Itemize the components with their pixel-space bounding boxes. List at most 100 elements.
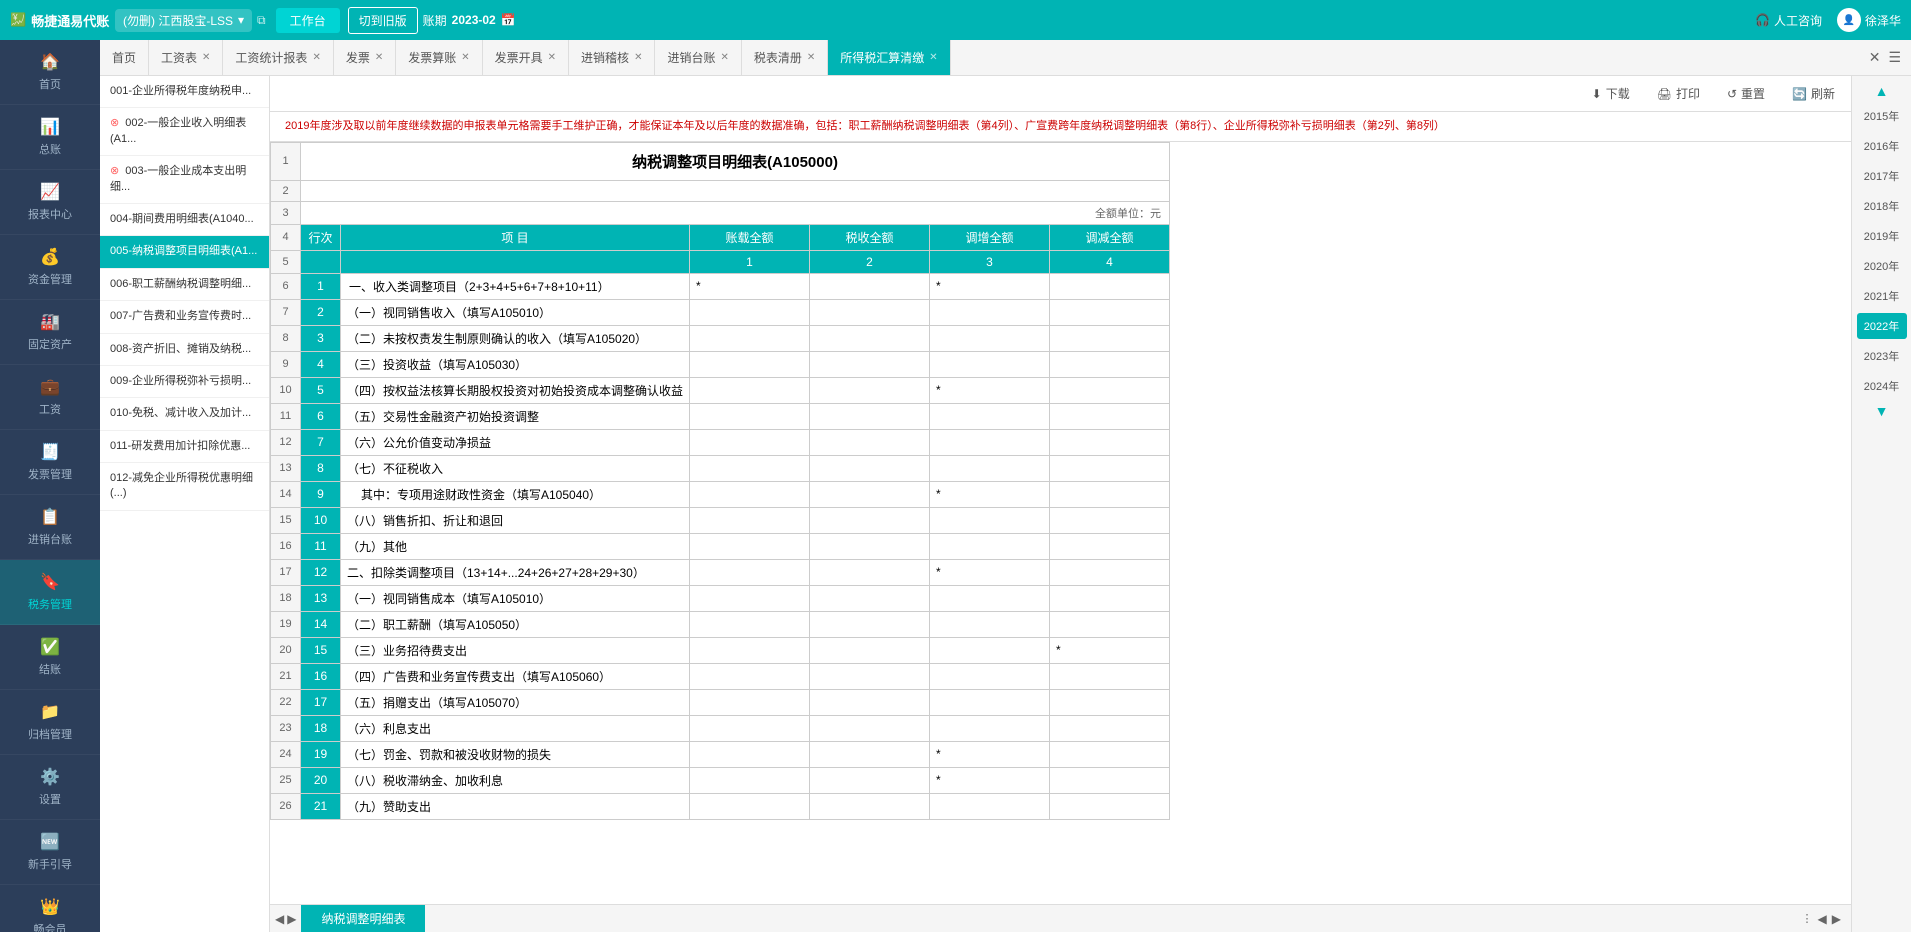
tab-invoice[interactable]: 发票 ✕ bbox=[334, 40, 396, 75]
tab-payroll-stats[interactable]: 工资统计报表 ✕ bbox=[223, 40, 333, 75]
year-item-2019[interactable]: 2019年 bbox=[1857, 223, 1907, 249]
year-item-2022[interactable]: 2022年 bbox=[1857, 313, 1907, 339]
project-cell[interactable]: （五）交易性金融资产初始投资调整 bbox=[341, 403, 690, 429]
data-cell-v3[interactable] bbox=[930, 637, 1050, 663]
data-cell-v3[interactable]: * bbox=[930, 273, 1050, 299]
sidebar-item-report[interactable]: 📈 报表中心 bbox=[0, 170, 100, 235]
tab-home[interactable]: 首页 bbox=[100, 40, 149, 75]
tab-tax-clear[interactable]: 税表清册 ✕ bbox=[742, 40, 828, 75]
data-cell-v3[interactable] bbox=[930, 689, 1050, 715]
data-cell-v2[interactable] bbox=[810, 637, 930, 663]
data-cell-v3[interactable] bbox=[930, 663, 1050, 689]
data-cell-v4[interactable] bbox=[1050, 403, 1170, 429]
sidebar-item-ledger[interactable]: 📊 总账 bbox=[0, 105, 100, 170]
sidebar-item-input-ledger[interactable]: 📋 进销台账 bbox=[0, 495, 100, 560]
left-panel-item-008[interactable]: 008-资产折旧、摊销及纳税... bbox=[100, 334, 269, 366]
left-panel-item-010[interactable]: 010-免税、减计收入及加计... bbox=[100, 398, 269, 430]
year-item-2023[interactable]: 2023年 bbox=[1857, 343, 1907, 369]
data-cell-v4[interactable] bbox=[1050, 351, 1170, 377]
data-cell-v1[interactable] bbox=[690, 429, 810, 455]
data-cell-v4[interactable] bbox=[1050, 299, 1170, 325]
data-cell-v4[interactable] bbox=[1050, 481, 1170, 507]
year-nav-down[interactable]: ▼ bbox=[1867, 401, 1897, 421]
year-item-2021[interactable]: 2021年 bbox=[1857, 283, 1907, 309]
data-cell-v3[interactable]: * bbox=[930, 741, 1050, 767]
data-cell-v4[interactable] bbox=[1050, 663, 1170, 689]
data-cell-v1[interactable] bbox=[690, 611, 810, 637]
data-cell-v4[interactable] bbox=[1050, 273, 1170, 299]
refresh-button[interactable]: 🔄 刷新 bbox=[1786, 82, 1841, 105]
scroll-left-icon[interactable]: ◀ bbox=[1818, 912, 1827, 926]
period-edit-icon[interactable]: 📅 bbox=[501, 13, 516, 27]
data-cell-v1[interactable] bbox=[690, 559, 810, 585]
data-cell-v1[interactable] bbox=[690, 533, 810, 559]
print-button[interactable]: 🖨 打印 bbox=[1651, 82, 1706, 105]
project-cell[interactable]: （一）视同销售成本（填写A105010） bbox=[341, 585, 690, 611]
switch-old-button[interactable]: 切到旧版 bbox=[348, 7, 418, 34]
data-cell-v2[interactable] bbox=[810, 403, 930, 429]
data-cell-v3[interactable] bbox=[930, 611, 1050, 637]
data-cell-v3[interactable] bbox=[930, 533, 1050, 559]
year-item-2018[interactable]: 2018年 bbox=[1857, 193, 1907, 219]
data-cell-v2[interactable] bbox=[810, 767, 930, 793]
data-cell-v2[interactable] bbox=[810, 481, 930, 507]
project-cell[interactable]: （五）捐赠支出（填写A105070） bbox=[341, 689, 690, 715]
data-cell-v2[interactable] bbox=[810, 741, 930, 767]
data-cell-v3[interactable] bbox=[930, 325, 1050, 351]
scroll-right-icon[interactable]: ▶ bbox=[1832, 912, 1841, 926]
data-cell-v3[interactable] bbox=[930, 455, 1050, 481]
tab-input-ledger[interactable]: 进销台账 ✕ bbox=[655, 40, 741, 75]
tab-input-check[interactable]: 进销稽核 ✕ bbox=[569, 40, 655, 75]
data-cell-v2[interactable] bbox=[810, 689, 930, 715]
data-cell-v2[interactable] bbox=[810, 533, 930, 559]
tab-invoice-close[interactable]: ✕ bbox=[375, 52, 383, 63]
left-panel-item-003[interactable]: ⊗ 003-一般企业成本支出明细... bbox=[100, 156, 269, 204]
data-cell-v1[interactable] bbox=[690, 481, 810, 507]
data-cell-v1[interactable] bbox=[690, 715, 810, 741]
data-cell-v4[interactable] bbox=[1050, 741, 1170, 767]
sidebar-item-payroll[interactable]: 💼 工资 bbox=[0, 365, 100, 430]
data-cell-v3[interactable] bbox=[930, 429, 1050, 455]
tab-income-tax-close[interactable]: ✕ bbox=[929, 52, 937, 63]
data-cell-v1[interactable] bbox=[690, 767, 810, 793]
data-cell-v1[interactable] bbox=[690, 507, 810, 533]
data-cell-v1[interactable] bbox=[690, 325, 810, 351]
left-panel-item-012[interactable]: 012-减免企业所得税优惠明细(...) bbox=[100, 463, 269, 511]
data-cell-v4[interactable] bbox=[1050, 507, 1170, 533]
project-cell[interactable]: （七）罚金、罚款和被没收财物的损失 bbox=[341, 741, 690, 767]
consult-button[interactable]: 🎧 人工咨询 bbox=[1755, 12, 1822, 29]
company-select[interactable]: (勿删) 江西股宝-LSS ▾ bbox=[115, 9, 252, 32]
data-cell-v3[interactable] bbox=[930, 793, 1050, 819]
tab-invoice-calc-close[interactable]: ✕ bbox=[461, 52, 469, 63]
data-cell-v4[interactable] bbox=[1050, 585, 1170, 611]
data-cell-v3[interactable] bbox=[930, 351, 1050, 377]
tab-menu-button[interactable]: ☰ bbox=[1888, 49, 1901, 66]
sidebar-item-settlement[interactable]: ✅ 结账 bbox=[0, 625, 100, 690]
project-cell[interactable]: （三）投资收益（填写A105030） bbox=[341, 351, 690, 377]
table-container[interactable]: 1 纳税调整项目明细表(A105000) 2 bbox=[270, 142, 1851, 905]
download-button[interactable]: ⬇ 下载 bbox=[1586, 82, 1636, 105]
nav-left-icon[interactable]: ◀ bbox=[275, 912, 284, 926]
data-cell-v2[interactable] bbox=[810, 429, 930, 455]
left-panel-item-004[interactable]: 004-期间费用明细表(A1040... bbox=[100, 204, 269, 236]
project-cell[interactable]: （七）不征税收入 bbox=[341, 455, 690, 481]
data-cell-v1[interactable] bbox=[690, 689, 810, 715]
data-cell-v2[interactable] bbox=[810, 377, 930, 403]
tab-payroll[interactable]: 工资表 ✕ bbox=[149, 40, 223, 75]
sidebar-item-archive[interactable]: 📁 归档管理 bbox=[0, 690, 100, 755]
data-cell-v2[interactable] bbox=[810, 299, 930, 325]
project-cell[interactable]: （八）税收滞纳金、加收利息 bbox=[341, 767, 690, 793]
reset-button[interactable]: ↺ 重置 bbox=[1721, 82, 1771, 105]
data-cell-v2[interactable] bbox=[810, 793, 930, 819]
project-cell[interactable]: （六）公允价值变动净损益 bbox=[341, 429, 690, 455]
tab-invoice-open-close[interactable]: ✕ bbox=[548, 52, 556, 63]
data-cell-v4[interactable] bbox=[1050, 689, 1170, 715]
data-cell-v3[interactable] bbox=[930, 299, 1050, 325]
user-info[interactable]: 👤 徐泽华 bbox=[1837, 8, 1901, 32]
tab-income-tax[interactable]: 所得税汇算清缴 ✕ bbox=[828, 40, 950, 75]
data-cell-v2[interactable] bbox=[810, 559, 930, 585]
year-item-2017[interactable]: 2017年 bbox=[1857, 163, 1907, 189]
sidebar-item-fixed-asset[interactable]: 🏭 固定资产 bbox=[0, 300, 100, 365]
data-cell-v2[interactable] bbox=[810, 663, 930, 689]
nav-right-icon[interactable]: ▶ bbox=[287, 912, 296, 926]
